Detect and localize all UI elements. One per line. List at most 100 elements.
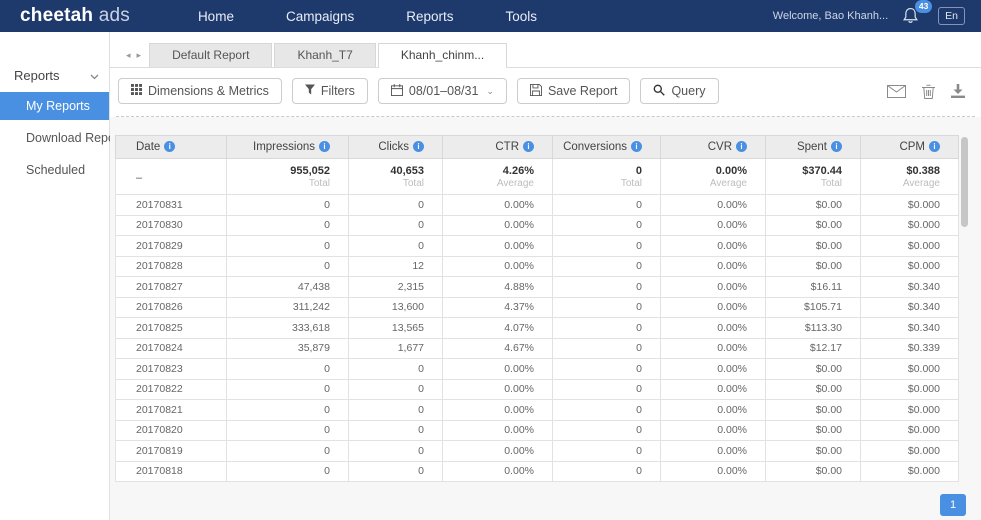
sidebar-item-download-report[interactable]: Download Report	[0, 124, 123, 152]
table-cell: $0.00	[765, 419, 861, 441]
table-cell: 20170824	[115, 337, 227, 359]
table-cell: 20170825	[115, 317, 227, 339]
sidebar: Reports My Reports Download Report Sched…	[0, 32, 123, 520]
table-cell: 0	[552, 194, 661, 216]
info-icon[interactable]	[831, 141, 842, 152]
table-cell: $113.30	[765, 317, 861, 339]
pagination-page-1-button[interactable]: 1	[940, 494, 966, 516]
sidebar-section-label: Reports	[14, 67, 60, 83]
info-icon[interactable]	[736, 141, 747, 152]
table-row: 20170826 311,242 13,600 4.37% 0 0.00% $105.71 $…	[115, 296, 959, 318]
query-button[interactable]: Query	[640, 78, 719, 104]
totals-cell: 0 Total	[552, 158, 661, 195]
save-report-button[interactable]: Save Report	[516, 78, 631, 104]
table-cell: 0.00%	[442, 440, 553, 462]
app-logo[interactable]: cheetah ads	[20, 5, 130, 27]
table-cell: 0	[348, 358, 443, 380]
info-icon[interactable]	[929, 141, 940, 152]
date-range-label: 08/01–08/31	[408, 84, 479, 98]
table-cell: $0.000	[860, 358, 959, 380]
nav-item-home[interactable]: Home	[198, 9, 234, 24]
tab-default-report[interactable]: Default Report	[149, 43, 273, 67]
column-header-label: Spent	[796, 141, 827, 153]
filters-button[interactable]: Filters	[291, 78, 368, 104]
totals-cell: $370.44 Total	[765, 158, 861, 195]
language-button[interactable]: En	[938, 7, 965, 25]
column-header-label: CPM	[899, 141, 925, 153]
table-vertical-scrollbar[interactable]	[961, 137, 968, 227]
table-cell: $0.00	[765, 194, 861, 216]
table-cell: 0.00%	[442, 378, 553, 400]
column-header-label: CVR	[707, 141, 732, 153]
table-cell: 0	[348, 378, 443, 400]
table-cell: 0.00%	[442, 460, 553, 482]
table-cell: 20170828	[115, 255, 227, 277]
table-cell: $0.000	[860, 235, 959, 257]
table-cell: 0.00%	[660, 214, 766, 236]
table-cell: 0	[226, 399, 349, 421]
sidebar-item-my-reports[interactable]: My Reports	[0, 92, 109, 120]
table-cell: 0	[226, 255, 349, 277]
nav-item-campaigns[interactable]: Campaigns	[286, 9, 354, 24]
email-icon[interactable]	[887, 84, 906, 98]
table-cell: $16.11	[765, 276, 861, 298]
info-icon[interactable]	[319, 141, 330, 152]
column-header: Date	[115, 135, 227, 159]
column-header-label: CTR	[495, 141, 519, 153]
table-cell: 20170818	[115, 460, 227, 482]
sidebar-item-scheduled[interactable]: Scheduled	[0, 156, 109, 184]
tab-next-icon[interactable]: ▸	[137, 50, 142, 61]
table-cell: 20170822	[115, 378, 227, 400]
totals-cell: 0.00% Average	[660, 158, 766, 195]
navbar-right: Welcome, Bao Khanh... 43 En	[773, 0, 965, 25]
table-cell: 0.00%	[442, 399, 553, 421]
nav-item-tools[interactable]: Tools	[506, 9, 538, 24]
table-cell: 333,618	[226, 317, 349, 339]
table-cell: $0.000	[860, 399, 959, 421]
table-cell: $0.00	[765, 235, 861, 257]
table-cell: $0.00	[765, 399, 861, 421]
table-cell: 20170820	[115, 419, 227, 441]
notifications-button[interactable]: 43	[902, 0, 933, 25]
trash-icon[interactable]	[922, 84, 935, 99]
info-icon[interactable]	[631, 141, 642, 152]
info-icon[interactable]	[413, 141, 424, 152]
table-cell: 35,879	[226, 337, 349, 359]
table-cell: 12	[348, 255, 443, 277]
column-header-label: Impressions	[253, 141, 315, 153]
sidebar-section-reports[interactable]: Reports	[0, 62, 109, 88]
table-row: 20170829 0 0 0.00% 0 0.00% $0.00 $0.000	[115, 235, 959, 257]
table-row: 20170822 0 0 0.00% 0 0.00% $0.00 $0.000	[115, 378, 959, 400]
tab-khanh-t7[interactable]: Khanh_T7	[274, 43, 376, 67]
report-toolbar: Dimensions & Metrics Filters 08/01–08/31…	[110, 68, 981, 114]
table-cell: $0.00	[765, 255, 861, 277]
tab-khanh-chinm[interactable]: Khanh_chinm...	[377, 43, 508, 68]
info-icon[interactable]	[523, 141, 534, 152]
table-cell: 0.00%	[442, 419, 553, 441]
info-icon[interactable]	[164, 141, 176, 152]
table-cell: 0.00%	[660, 337, 766, 359]
table-cell: 4.88%	[442, 276, 553, 298]
nav-item-reports[interactable]: Reports	[406, 9, 453, 24]
table-cell: 0	[348, 235, 443, 257]
table-cell: 0	[552, 337, 661, 359]
table-cell: 47,438	[226, 276, 349, 298]
tab-prev-icon[interactable]: ◂	[126, 50, 131, 61]
column-header-label: Date	[136, 141, 161, 153]
date-range-button[interactable]: 08/01–08/31 ⌄	[377, 78, 507, 104]
download-icon[interactable]	[951, 84, 965, 98]
totals-cell: $0.388 Average	[860, 158, 959, 195]
table-cell: 2,315	[348, 276, 443, 298]
table-cell: 0	[552, 317, 661, 339]
dimensions-metrics-button[interactable]: Dimensions & Metrics	[118, 78, 282, 104]
main-nav: Home Campaigns Reports Tools	[198, 9, 537, 24]
logo-light: ads	[98, 5, 130, 26]
table-cell: 0	[552, 358, 661, 380]
logo-bold: cheetah	[20, 5, 94, 26]
table-cell: 0.00%	[660, 419, 766, 441]
totals-cell: 955,052 Total	[226, 158, 349, 195]
table-cell: 0	[552, 255, 661, 277]
table-row: 20170824 35,879 1,677 4.67% 0 0.00% $12.17 $0.3…	[115, 337, 959, 359]
table-cell: 20170826	[115, 296, 227, 318]
table-cell: 0.00%	[660, 399, 766, 421]
